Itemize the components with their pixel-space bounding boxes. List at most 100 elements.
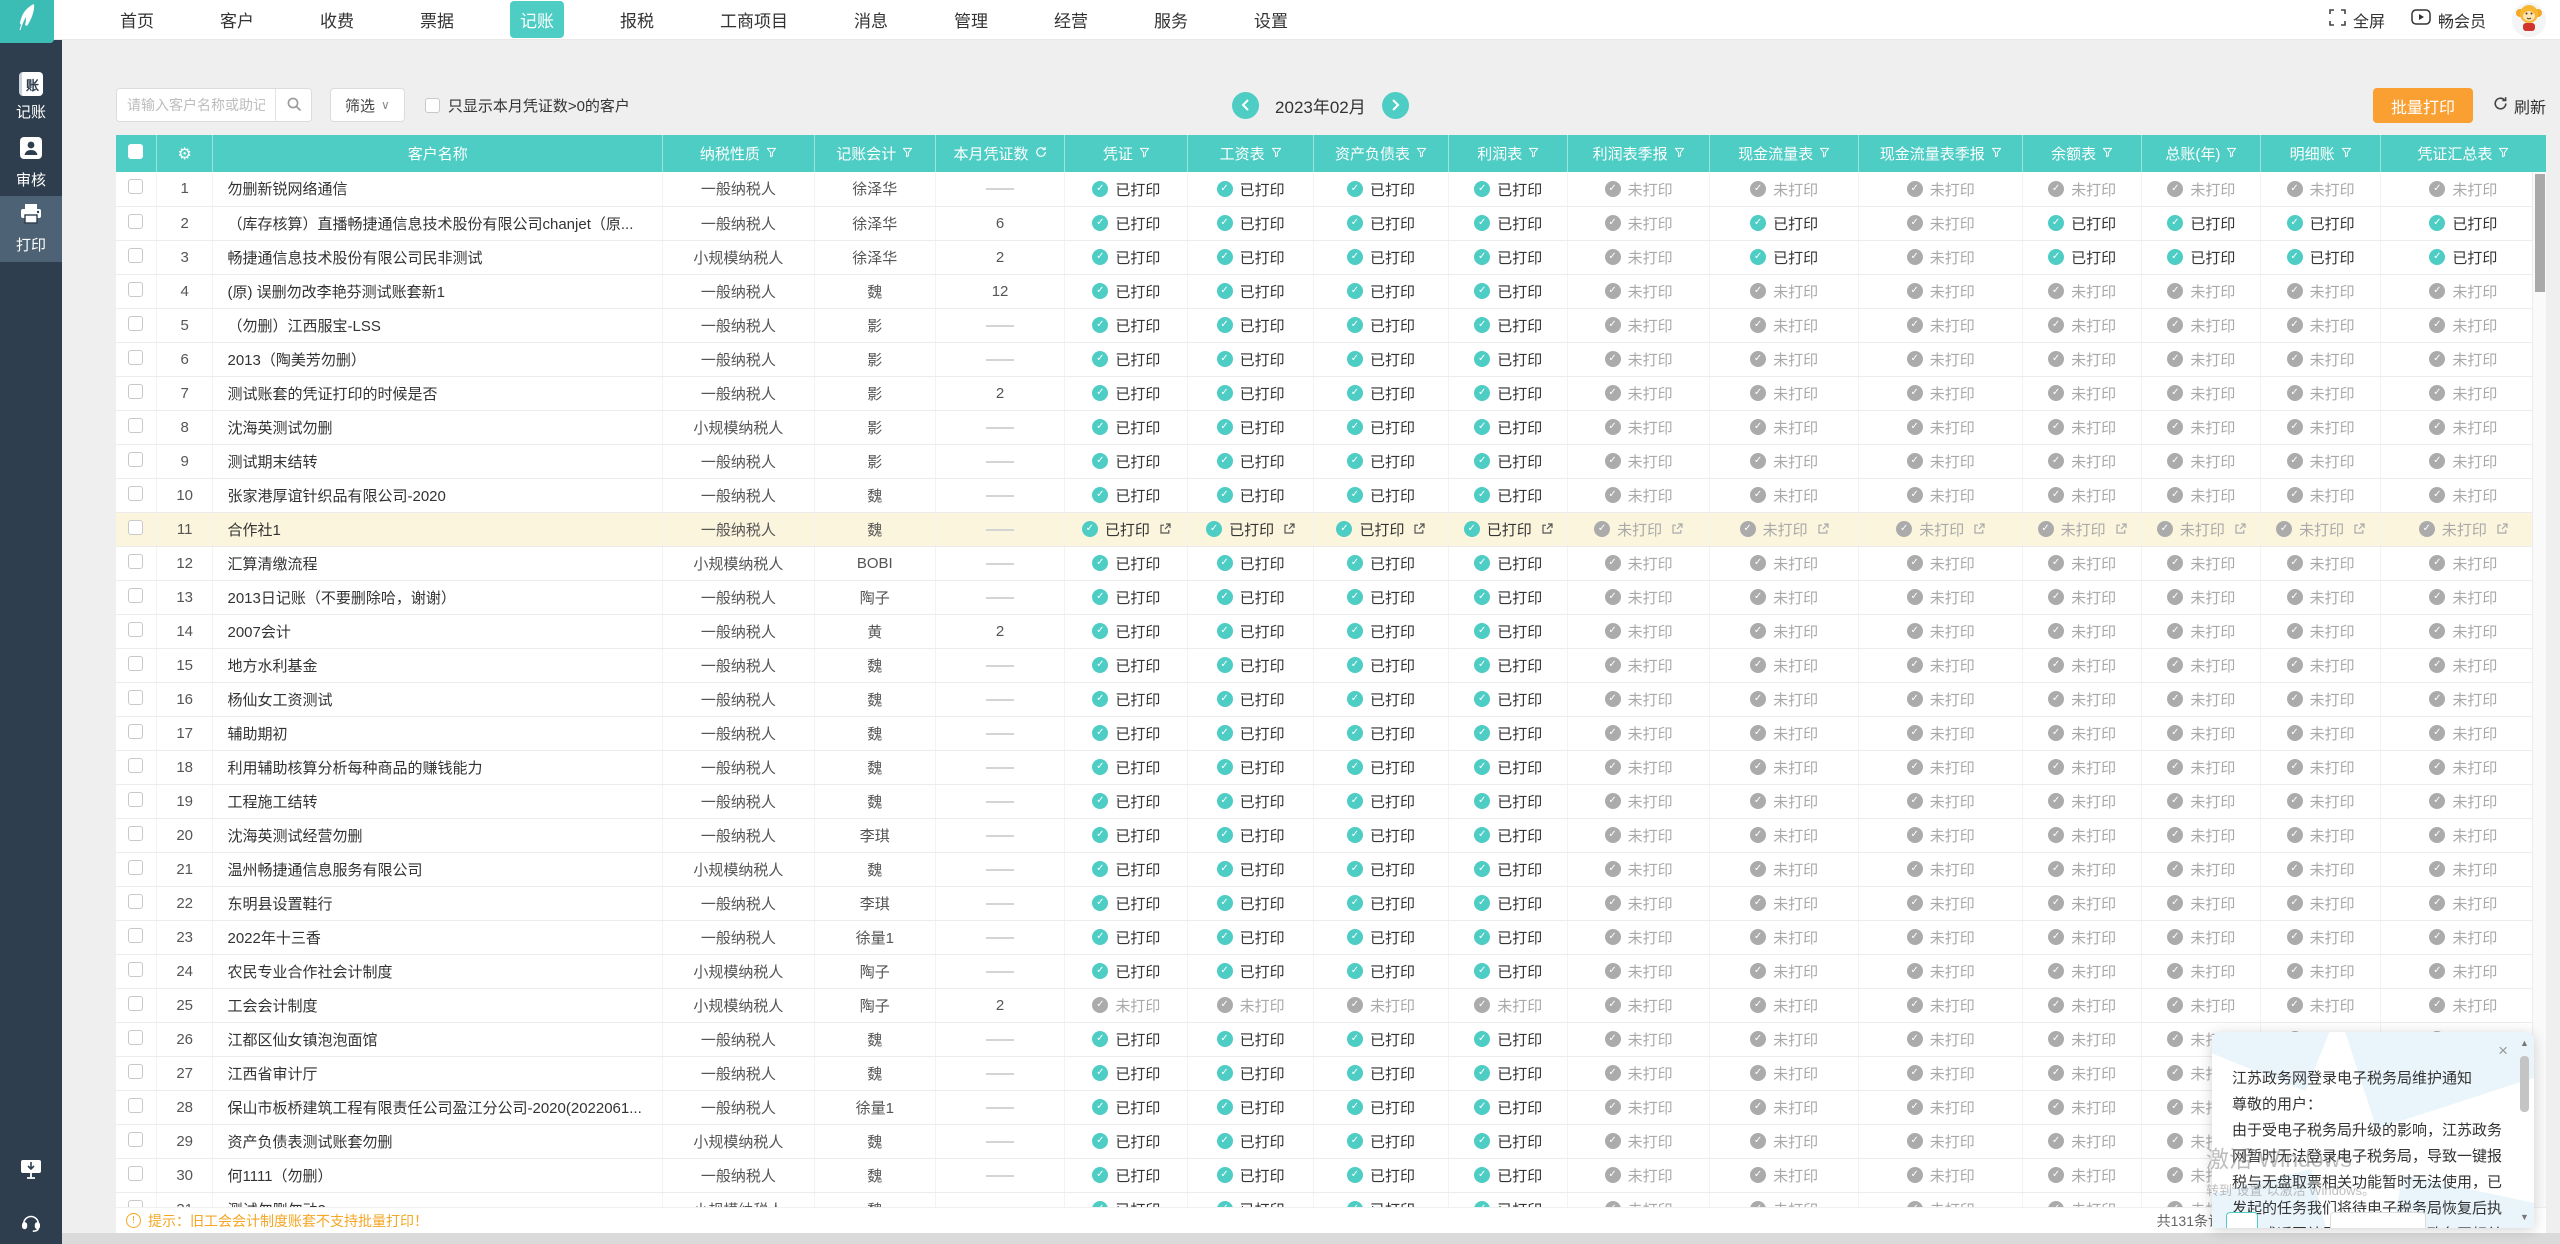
print-status-cell[interactable]: ✓ 未打印 xyxy=(2141,478,2262,513)
print-status-cell[interactable]: ✓ 未打印 xyxy=(2380,750,2546,785)
column-header-7[interactable]: 利润表 xyxy=(1448,135,1569,172)
sidebar-item-1[interactable]: 审核 xyxy=(0,130,62,196)
print-status-cell[interactable]: ✓ 未打印 xyxy=(2141,682,2262,717)
row-checkbox[interactable] xyxy=(128,1063,144,1079)
print-status-cell[interactable]: ✓ 未打印 xyxy=(1709,546,1860,581)
print-status-cell[interactable]: ✓ 未打印 xyxy=(1567,648,1710,683)
print-status-cell[interactable]: ✓ 已打印 xyxy=(1313,954,1450,989)
print-status-cell[interactable]: ✓ 未打印 xyxy=(2260,886,2381,921)
print-status-cell[interactable]: ✓ 未打印 xyxy=(1567,172,1710,207)
print-status-cell[interactable]: ✓ 已打印 xyxy=(1448,648,1569,683)
print-status-cell[interactable]: ✓ 未打印 xyxy=(1567,920,1710,955)
print-status-cell[interactable]: ✓ 未打印 xyxy=(2022,988,2143,1023)
print-status-cell[interactable]: ✓ 未打印 xyxy=(2022,784,2143,819)
print-status-cell[interactable]: ✓ 已打印 xyxy=(1064,682,1189,717)
nav-item-4[interactable]: 记账 xyxy=(510,1,564,38)
print-status-cell[interactable]: ✓ 未打印 xyxy=(1064,988,1189,1023)
prev-month-button[interactable] xyxy=(1232,91,1260,119)
print-status-cell[interactable]: ✓ 未打印 xyxy=(2022,886,2143,921)
print-status-cell[interactable]: ✓ 已打印 xyxy=(1187,580,1314,615)
print-status-cell[interactable]: ✓ 已打印 xyxy=(1187,546,1314,581)
print-status-cell[interactable]: ✓ 未打印 xyxy=(2141,172,2262,207)
print-status-cell[interactable]: ✓ 未打印 xyxy=(2380,716,2546,751)
print-status-cell[interactable]: ✓ 已打印 xyxy=(1313,206,1450,241)
next-month-button[interactable] xyxy=(1381,91,1409,119)
print-status-cell[interactable]: ✓ 未打印 xyxy=(2022,172,2143,207)
print-status-cell[interactable]: ✓ 未打印 xyxy=(1567,750,1710,785)
row-checkbox[interactable] xyxy=(128,1131,144,1147)
print-status-cell[interactable]: ✓ 未打印 xyxy=(1709,1090,1860,1125)
print-status-cell[interactable]: ✓ 未打印 xyxy=(1858,682,2024,717)
column-header-12[interactable]: 总账(年) xyxy=(2141,135,2262,172)
print-status-cell[interactable]: ✓ 未打印 xyxy=(2380,172,2546,207)
column-header-13[interactable]: 明细账 xyxy=(2260,135,2381,172)
filter-icon[interactable] xyxy=(766,145,777,162)
print-status-cell[interactable]: ✓ 未打印 xyxy=(1709,1192,1860,1207)
print-status-cell[interactable]: ✓ 未打印 xyxy=(2022,478,2143,513)
print-status-cell[interactable]: ✓ 已打印 xyxy=(1064,954,1189,989)
print-status-cell[interactable]: ✓ 未打印 xyxy=(2380,886,2546,921)
print-status-cell[interactable]: ✓ 已打印 xyxy=(1064,240,1189,275)
print-status-cell[interactable]: ✓ 未打印 xyxy=(1858,512,2024,547)
row-checkbox[interactable] xyxy=(128,247,144,263)
print-status-cell[interactable]: ✓ 未打印 xyxy=(2260,444,2381,479)
print-status-cell[interactable]: ✓ 未打印 xyxy=(2141,274,2262,309)
print-status-cell[interactable]: ✓ 未打印 xyxy=(2022,1192,2143,1207)
print-status-cell[interactable]: ✓ 已打印 xyxy=(1187,954,1314,989)
print-status-cell[interactable]: ✓ 已打印 xyxy=(1064,716,1189,751)
vertical-scrollbar[interactable] xyxy=(2532,172,2546,1207)
print-status-cell[interactable]: ✓ 已打印 xyxy=(1187,308,1314,343)
scroll-up-icon[interactable]: ▲ xyxy=(2520,1038,2529,1048)
table-row[interactable]: 12 汇算清缴流程 小规模纳税人 BOBI ✓ 已打印 ✓ 已打印 ✓ 已打印 ✓ 已打印 ✓ 未打印 ✓ 未… xyxy=(116,546,2546,581)
sidebar-item-2[interactable]: 打印 xyxy=(0,196,62,262)
row-checkbox[interactable] xyxy=(128,451,144,467)
print-status-cell[interactable]: ✓ 已打印 xyxy=(1064,274,1189,309)
print-status-cell[interactable]: ✓ 已打印 xyxy=(1448,614,1569,649)
headset-icon[interactable] xyxy=(19,1211,43,1238)
print-status-cell[interactable]: ✓ 未打印 xyxy=(1858,648,2024,683)
print-status-cell[interactable]: ✓ 已打印 xyxy=(1064,206,1189,241)
user-avatar[interactable] xyxy=(2512,2,2546,37)
print-status-cell[interactable]: ✓ 未打印 xyxy=(2260,784,2381,819)
table-row[interactable]: 18 利用辅助核算分析每种商品的赚钱能力 一般纳税人魏 ✓ 已打印 ✓ 已打印 ✓ 已打印 ✓ 已打… xyxy=(116,750,2546,785)
print-status-cell[interactable]: ✓ 已打印 xyxy=(1187,410,1314,445)
print-status-cell[interactable]: ✓ 未打印 xyxy=(2141,750,2262,785)
print-status-cell[interactable]: ✓ 未打印 xyxy=(1858,308,2024,343)
print-status-cell[interactable]: ✓ 未打印 xyxy=(2380,784,2546,819)
print-status-cell[interactable]: ✓ 已打印 xyxy=(1313,410,1450,445)
print-status-cell[interactable]: ✓ 未打印 xyxy=(2380,512,2546,547)
print-status-cell[interactable]: ✓ 未打印 xyxy=(1858,342,2024,377)
external-link-icon[interactable] xyxy=(1671,523,1683,535)
print-status-cell[interactable]: ✓ 未打印 xyxy=(2260,172,2381,207)
print-status-cell[interactable]: ✓ 已打印 xyxy=(1064,784,1189,819)
print-status-cell[interactable]: ✓ 未打印 xyxy=(2260,546,2381,581)
print-status-cell[interactable]: ✓ 已打印 xyxy=(1187,1192,1314,1207)
print-status-cell[interactable]: ✓ 已打印 xyxy=(1448,852,1569,887)
print-status-cell[interactable]: ✓ 已打印 xyxy=(1187,376,1314,411)
print-status-cell[interactable]: ✓ 未打印 xyxy=(2141,886,2262,921)
print-status-cell[interactable]: ✓ 未打印 xyxy=(2380,274,2546,309)
table-row[interactable]: 16 杨仙女工资测试 一般纳税人魏 ✓ 已打印 ✓ 已打印 ✓ 已打印 ✓ 已打印 ✓ 未打印 ✓ 未打印 ✓… xyxy=(116,682,2546,717)
print-status-cell[interactable]: ✓ 未打印 xyxy=(1709,886,1860,921)
print-status-cell[interactable]: ✓ 未打印 xyxy=(1567,1022,1710,1057)
print-status-cell[interactable]: ✓ 未打印 xyxy=(1448,988,1569,1023)
print-status-cell[interactable]: ✓ 未打印 xyxy=(2141,444,2262,479)
print-status-cell[interactable]: ✓ 已打印 xyxy=(1064,546,1189,581)
print-status-cell[interactable]: ✓ 未打印 xyxy=(2022,410,2143,445)
filter-icon[interactable] xyxy=(1139,145,1150,162)
print-status-cell[interactable]: ✓ 已打印 xyxy=(2260,240,2381,275)
print-status-cell[interactable]: ✓ 未打印 xyxy=(2380,410,2546,445)
row-checkbox[interactable] xyxy=(128,281,144,297)
print-status-cell[interactable]: ✓ 未打印 xyxy=(2022,818,2143,853)
print-status-cell[interactable]: ✓ 已打印 xyxy=(1187,444,1314,479)
print-status-cell[interactable]: ✓ 未打印 xyxy=(2260,376,2381,411)
print-status-cell[interactable]: ✓ 已打印 xyxy=(1313,240,1450,275)
print-status-cell[interactable]: ✓ 已打印 xyxy=(1448,954,1569,989)
column-header-8[interactable]: 利润表季报 xyxy=(1567,135,1710,172)
print-status-cell[interactable]: ✓ 未打印 xyxy=(1567,1192,1710,1207)
print-status-cell[interactable]: ✓ 已打印 xyxy=(1313,886,1450,921)
filter-icon[interactable] xyxy=(1416,145,1427,162)
print-status-cell[interactable]: ✓ 未打印 xyxy=(1858,376,2024,411)
external-link-icon[interactable] xyxy=(1413,523,1426,535)
table-row[interactable]: 30 何1111（勿删） 一般纳税人魏 ✓ 已打印 ✓ 已打印 ✓ 已打印 ✓ 已打印 ✓ 未打印 ✓ 未打… xyxy=(116,1158,2546,1193)
